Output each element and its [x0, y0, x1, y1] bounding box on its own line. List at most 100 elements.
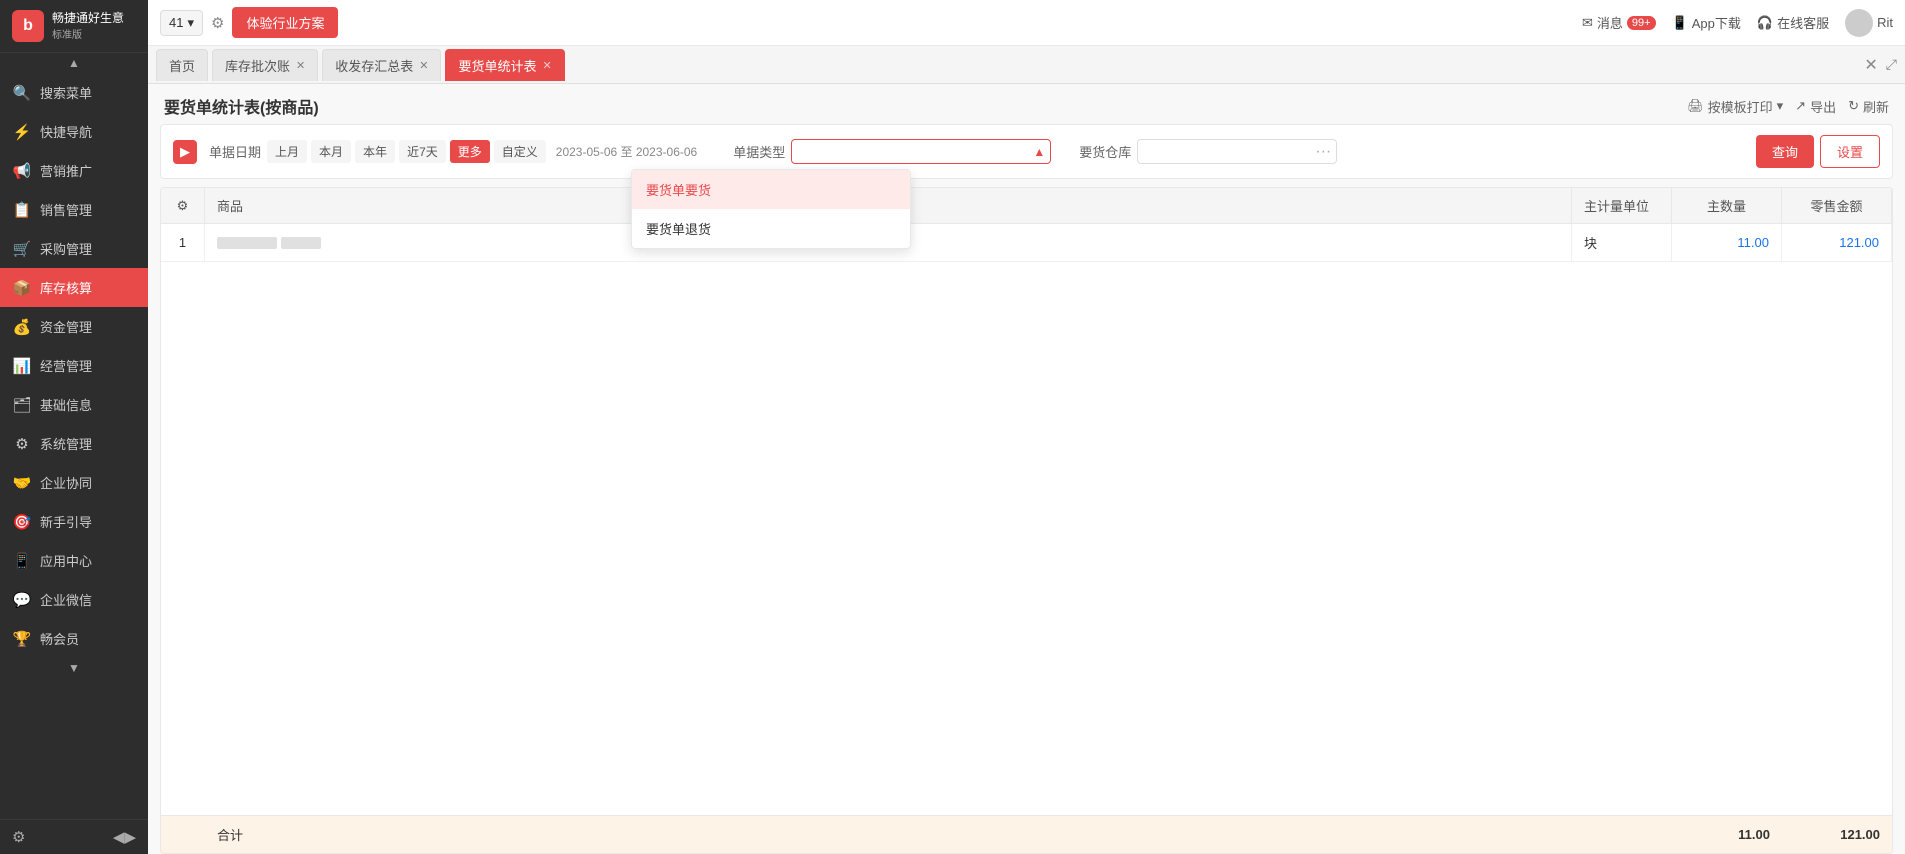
print-btn[interactable]: 🖨 按模板打印 ▾	[1687, 97, 1783, 116]
sidebar-item-inventory[interactable]: 📦 库存核算	[0, 268, 148, 307]
topbar-left: 41 ▾ ⚙ 体验行业方案	[160, 7, 338, 38]
main-area: 41 ▾ ⚙ 体验行业方案 ✉ 消息 99+ 📱 App下载 🎧 在线客服 R	[148, 0, 1905, 854]
sidebar-item-label: 企业微信	[40, 590, 92, 609]
online-service-label: 在线客服	[1777, 13, 1829, 32]
refresh-label: 刷新	[1863, 97, 1889, 116]
tabbar-close-all[interactable]: ✕	[1864, 55, 1877, 75]
th-qty: 主数量	[1672, 188, 1782, 223]
tabbar-expand[interactable]: ⤢	[1886, 56, 1897, 73]
sidebar-item-search[interactable]: 🔍 搜索菜单	[0, 73, 148, 112]
tab-receivable-summary[interactable]: 收发存汇总表 ✕	[322, 49, 441, 81]
message-badge: 99+	[1627, 16, 1656, 30]
warehouse-filter-input[interactable]	[1137, 139, 1337, 164]
message-item[interactable]: ✉ 消息 99+	[1582, 13, 1656, 32]
tf-empty	[161, 816, 205, 853]
date-chip-custom[interactable]: 自定义	[494, 140, 546, 163]
th-amount: 零售金额	[1782, 188, 1892, 223]
settings-icon[interactable]: ⚙	[12, 828, 25, 846]
date-chip-this-month[interactable]: 本月	[311, 140, 351, 163]
sidebar-item-label: 营销推广	[40, 161, 92, 180]
sidebar-item-system[interactable]: ⚙ 系统管理	[0, 424, 148, 463]
table-header: ⚙ 商品 主计量单位 主数量 零售金额	[161, 188, 1892, 224]
tab-inventory-batch-label: 库存批次账	[225, 56, 290, 75]
type-dropdown: 要货单要货 要货单退货	[631, 169, 911, 249]
type-filter-input[interactable]	[791, 139, 1051, 164]
tf-amount: 121.00	[1782, 816, 1892, 853]
tab-receivable-summary-label: 收发存汇总表	[335, 56, 413, 75]
sidebar-item-quick-nav[interactable]: ⚡ 快捷导航	[0, 112, 148, 151]
sidebar-item-operations[interactable]: 📊 经营管理	[0, 346, 148, 385]
purchase-icon: 🛒	[12, 240, 32, 258]
warehouse-more-icon[interactable]: ···	[1315, 144, 1331, 160]
company-selector[interactable]: 41 ▾	[160, 10, 203, 36]
user-name: Rit	[1877, 15, 1893, 30]
refresh-icon: ↻	[1848, 98, 1859, 114]
type-filter-arrow-icon[interactable]: ▲	[1033, 145, 1045, 159]
sidebar-item-sales[interactable]: 📋 销售管理	[0, 190, 148, 229]
tab-inventory-batch[interactable]: 库存批次账 ✕	[212, 49, 318, 81]
table-footer: 合计 11.00 121.00	[161, 815, 1892, 853]
tab-inventory-batch-close[interactable]: ✕	[296, 59, 305, 72]
page-title: 要货单统计表(按商品)	[164, 94, 319, 118]
search-icon: 🔍	[12, 84, 32, 102]
th-settings[interactable]: ⚙	[161, 188, 205, 223]
tab-receivable-summary-close[interactable]: ✕	[419, 59, 428, 72]
sidebar-item-basic[interactable]: 🗂 基础信息	[0, 385, 148, 424]
product-bar-1	[217, 237, 277, 249]
th-unit: 主计量单位	[1572, 188, 1672, 223]
export-btn[interactable]: ↗ 导出	[1795, 97, 1836, 116]
export-label: 导出	[1810, 97, 1836, 116]
sidebar-item-apps[interactable]: 📱 应用中心	[0, 541, 148, 580]
system-icon: ⚙	[12, 435, 32, 453]
inventory-icon: 📦	[12, 279, 32, 297]
apps-icon: 📱	[12, 552, 32, 570]
filter-expand-btn[interactable]: ▶	[173, 140, 197, 164]
table-body: 1 块 11.00 121.00	[161, 224, 1892, 815]
sidebar-item-finance[interactable]: 💰 资金管理	[0, 307, 148, 346]
quick-nav-icon: ⚡	[12, 123, 32, 141]
sidebar-item-member[interactable]: 🏆 畅会员	[0, 619, 148, 658]
tab-order-summary-label: 要货单统计表	[458, 56, 536, 75]
settings-btn[interactable]: 设置	[1820, 135, 1880, 168]
sidebar-item-guide[interactable]: 🎯 新手引导	[0, 502, 148, 541]
warehouse-input-wrap: ···	[1137, 139, 1337, 164]
export-icon: ↗	[1795, 98, 1806, 114]
type-filter-label: 单据类型	[733, 142, 785, 161]
filter-bar: ▶ 单据日期 上月 本月 本年 近7天 更多 自定义 2023-05-06 至 …	[160, 124, 1893, 179]
tab-order-summary[interactable]: 要货单统计表 ✕	[445, 49, 564, 81]
finance-icon: 💰	[12, 318, 32, 336]
dropdown-item-order-return[interactable]: 要货单退货	[632, 209, 910, 248]
tab-order-summary-close[interactable]: ✕	[543, 59, 552, 72]
tab-home[interactable]: 首页	[156, 49, 208, 81]
online-service-item[interactable]: 🎧 在线客服	[1757, 13, 1829, 32]
date-chip-last-month[interactable]: 上月	[267, 140, 307, 163]
date-chip-last-7-days[interactable]: 近7天	[399, 140, 446, 163]
topbar-gear-icon[interactable]: ⚙	[211, 14, 224, 32]
warehouse-filter-label: 要货仓库	[1079, 142, 1131, 161]
query-btn[interactable]: 查询	[1756, 135, 1814, 168]
sidebar-item-wechat[interactable]: 💬 企业微信	[0, 580, 148, 619]
sidebar-item-label: 企业协同	[40, 473, 92, 492]
user-profile[interactable]: Rit	[1845, 9, 1893, 37]
sidebar-item-label: 资金管理	[40, 317, 92, 336]
date-chip-this-year[interactable]: 本年	[355, 140, 395, 163]
sidebar-item-marketing[interactable]: 📢 营销推广	[0, 151, 148, 190]
tf-unit-empty	[1572, 816, 1672, 853]
app-version: 标准版	[52, 26, 124, 41]
company-selector-value: 41	[169, 15, 183, 30]
sidebar-scroll-up[interactable]: ▲	[0, 53, 148, 73]
dropdown-item-order-goods[interactable]: 要货单要货	[632, 170, 910, 209]
td-num: 1	[161, 224, 205, 261]
trial-btn[interactable]: 体验行业方案	[232, 7, 338, 38]
sidebar-item-purchase[interactable]: 🛒 采购管理	[0, 229, 148, 268]
date-chip-more[interactable]: 更多	[450, 140, 490, 163]
app-download-item[interactable]: 📱 App下载	[1672, 13, 1741, 32]
sidebar-item-enterprise[interactable]: 🤝 企业协同	[0, 463, 148, 502]
refresh-btn[interactable]: ↻ 刷新	[1848, 97, 1889, 116]
sidebar-scroll-down[interactable]: ▼	[0, 658, 148, 678]
collapse-icon[interactable]: ◀▶	[113, 828, 136, 846]
filter-actions: 查询 设置	[1756, 135, 1880, 168]
td-amount: 121.00	[1782, 224, 1892, 261]
type-filter-input-wrap: ▲	[791, 139, 1051, 164]
phone-icon: 📱	[1672, 15, 1688, 31]
